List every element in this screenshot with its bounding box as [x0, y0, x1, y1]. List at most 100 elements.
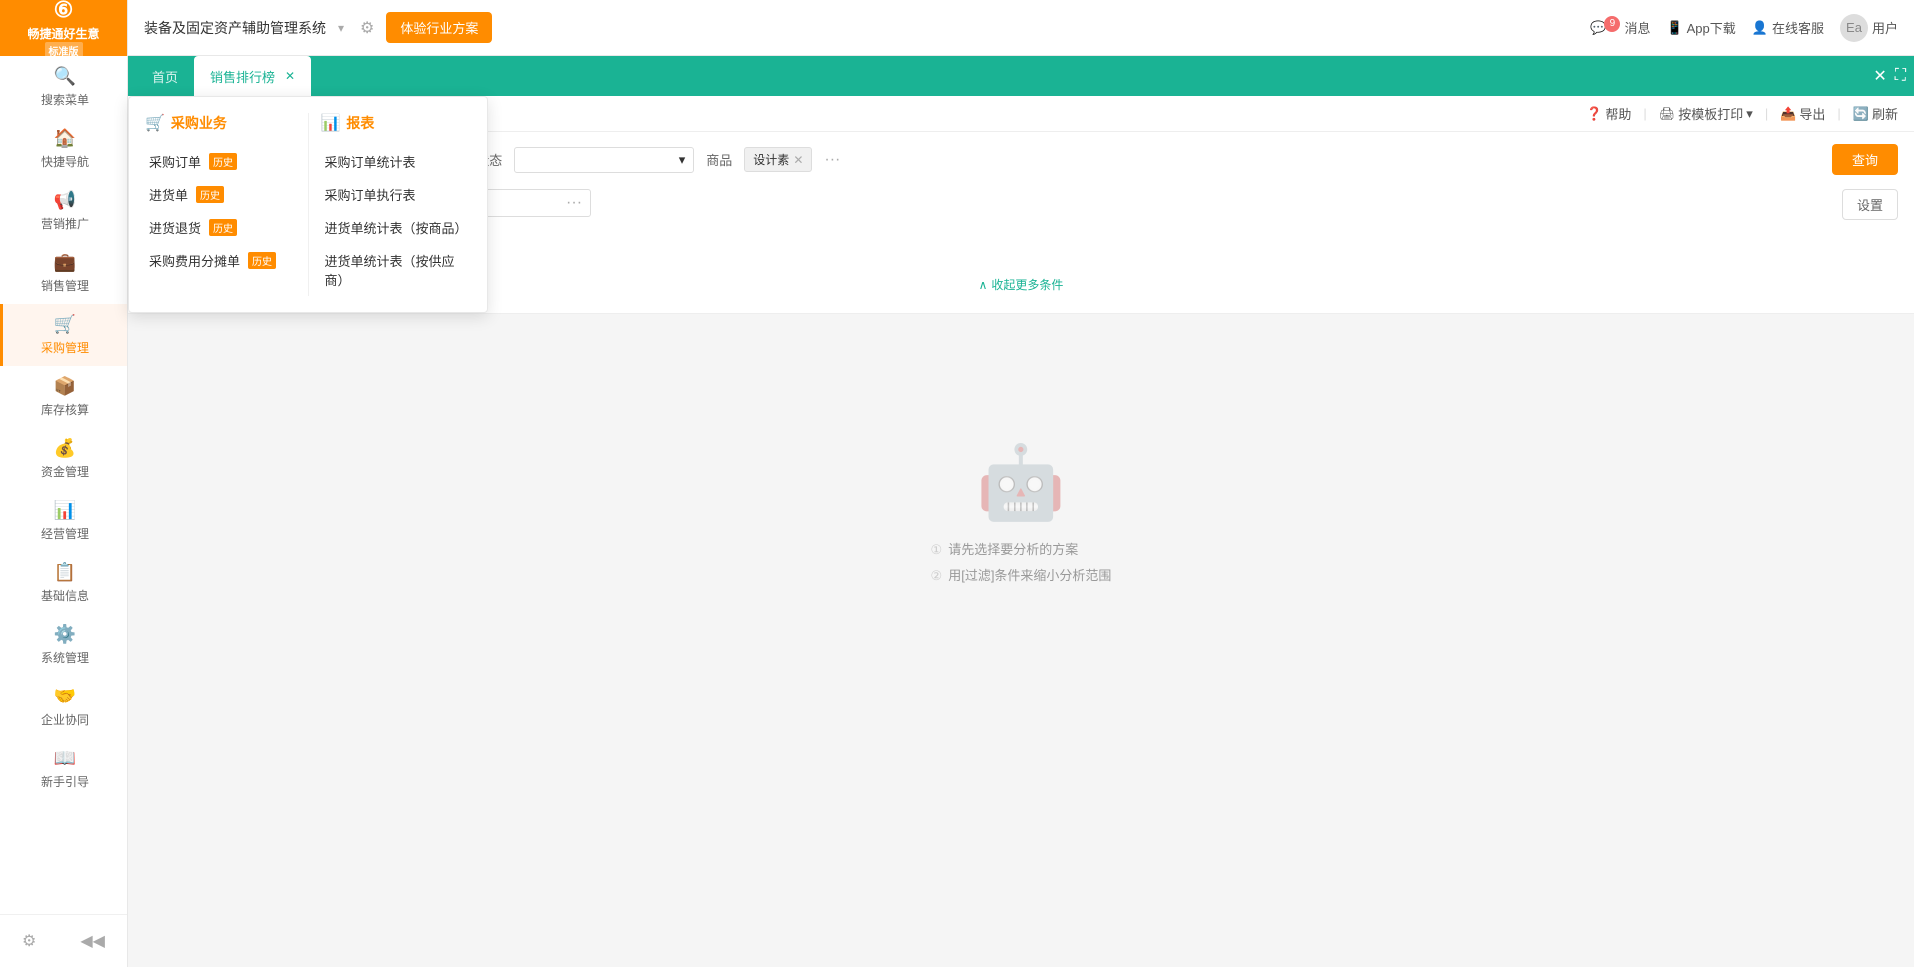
hist-badge: 历史: [209, 219, 237, 236]
system-dropdown-arrow[interactable]: ▾: [338, 21, 344, 35]
sidebar-item-label: 销售管理: [41, 277, 89, 294]
sidebar-item-finance[interactable]: 💰 资金管理: [0, 428, 127, 490]
doc-status-arrow: ▾: [679, 152, 686, 168]
app-name: 畅捷通好生意: [27, 25, 99, 42]
report-col-icon: 📊: [321, 113, 341, 133]
dropdown-item-purchase-expense[interactable]: 采购费用分摊单 历史: [145, 244, 296, 277]
print-btn[interactable]: 🖨 按模板打印 ▾: [1659, 104, 1753, 123]
sidebar-item-label: 采购管理: [41, 339, 89, 356]
basic-icon: 📋: [54, 562, 76, 583]
goods-tag-remove[interactable]: ✕: [793, 153, 803, 167]
dropdown-report-col: 📊 报表 采购订单统计表 采购订单执行表 进货单统计表（按商品） 进货单统计表（…: [321, 113, 472, 296]
hist-badge: 历史: [248, 252, 276, 269]
purchase-col-icon: 🛒: [145, 113, 165, 133]
export-icon: 📤: [1780, 106, 1796, 122]
dropdown-item-purchase-order[interactable]: 采购订单 历史: [145, 145, 296, 178]
user-label: 用户: [1872, 18, 1898, 37]
refresh-btn[interactable]: 🔄 刷新: [1853, 104, 1898, 123]
tab-expand-icon[interactable]: ⛶: [1895, 67, 1906, 85]
dropdown-divider: [308, 113, 309, 296]
search-icon: 🔍: [54, 66, 76, 87]
tab-close-all-icon[interactable]: ✕: [1873, 66, 1886, 86]
dropdown-menu-purchase: 🛒 采购业务 采购订单 历史 进货单 历史 进货退货 历史 采购费用分摊单 历史…: [128, 96, 488, 313]
sales-icon: 💼: [54, 252, 76, 273]
sidebar-item-label: 企业协同: [41, 711, 89, 728]
inventory-icon: 📦: [54, 376, 76, 397]
collapse-arrow: ∧: [979, 278, 988, 292]
help-icon: ❓: [1586, 106, 1602, 122]
empty-tips: ①请先选择要分析的方案 ②用[过滤]条件来缩小分析范围: [931, 537, 1112, 589]
sidebar-item-basic[interactable]: 📋 基础信息: [0, 552, 127, 614]
sidebar-item-guide[interactable]: 📖 新手引导: [0, 738, 127, 800]
online-service-item[interactable]: 👤 在线客服: [1752, 18, 1824, 37]
doc-status-select[interactable]: ▾: [514, 147, 694, 173]
sidebar-item-label: 系统管理: [41, 649, 89, 666]
app-download-item[interactable]: 📱 App下载: [1666, 18, 1735, 37]
dropdown-item-goods-return[interactable]: 进货退货 历史: [145, 211, 296, 244]
hist-badge: 历史: [196, 186, 224, 203]
collapse-label: 收起更多条件: [991, 276, 1063, 293]
sidebar-item-sales[interactable]: 💼 销售管理: [0, 242, 127, 304]
sidebar-item-nav[interactable]: 🏠 快捷导航: [0, 118, 127, 180]
sidebar-item-label: 库存核算: [41, 401, 89, 418]
collapse-sidebar-icon[interactable]: ◀◀: [72, 927, 113, 955]
empty-illustration: 🤖: [976, 440, 1066, 525]
hist-badge: 历史: [209, 153, 237, 170]
tab-sales-ranking-label: 销售排行榜: [210, 67, 275, 86]
divider2: |: [1765, 106, 1768, 121]
sidebar-item-system[interactable]: ⚙️ 系统管理: [0, 614, 127, 676]
sidebar-item-search[interactable]: 🔍 搜索菜单: [0, 56, 127, 118]
message-item[interactable]: 💬 9 消息: [1590, 18, 1650, 37]
filter-actions: 查询: [1832, 144, 1898, 175]
purchase-col-title: 🛒 采购业务: [145, 113, 296, 133]
goods-more-btn[interactable]: ···: [824, 151, 840, 169]
goods-tag[interactable]: 设计素 ✕: [744, 147, 812, 172]
user-item[interactable]: Ea 用户: [1840, 14, 1898, 42]
purchase-icon: 🛒: [54, 314, 76, 335]
query-btn[interactable]: 查询: [1832, 144, 1898, 175]
dropdown-item-purchase-order-exec[interactable]: 采购订单执行表: [321, 178, 472, 211]
dropdown-item-goods-receipt[interactable]: 进货单 历史: [145, 178, 296, 211]
system-icon: ⚙️: [54, 624, 76, 645]
dropdown-item-purchase-order-stat[interactable]: 采购订单统计表: [321, 145, 472, 178]
guide-icon: 📖: [54, 748, 76, 769]
sidebar-item-label: 营销推广: [41, 215, 89, 232]
app-download-label: App下载: [1687, 18, 1736, 37]
tab-home-label: 首页: [152, 67, 178, 86]
tab-close-icon[interactable]: ✕: [285, 69, 295, 83]
refresh-icon: 🔄: [1853, 106, 1869, 122]
industry-btn[interactable]: 体验行业方案: [386, 12, 492, 43]
dropdown-item-goods-stat-by-supplier[interactable]: 进货单统计表（按供应商）: [321, 244, 472, 296]
sidebar-item-label: 基础信息: [41, 587, 89, 604]
sidebar-item-inventory[interactable]: 📦 库存核算: [0, 366, 127, 428]
salesperson-dots[interactable]: ···: [566, 194, 582, 212]
tab-home[interactable]: 首页: [136, 56, 194, 96]
settings-bottom-icon[interactable]: ⚙: [14, 927, 44, 955]
help-btn[interactable]: ❓ 帮助: [1586, 104, 1631, 123]
divider1: |: [1643, 106, 1646, 121]
sidebar-item-management[interactable]: 📊 经营管理: [0, 490, 127, 552]
sidebar-item-collab[interactable]: 🤝 企业协同: [0, 676, 127, 738]
export-btn[interactable]: 📤 导出: [1780, 104, 1825, 123]
sidebar-item-marketing[interactable]: 📢 营销推广: [0, 180, 127, 242]
print-icon: 🖨: [1659, 106, 1676, 122]
tab-sales-ranking[interactable]: 销售排行榜 ✕: [194, 56, 311, 96]
divider3: |: [1837, 106, 1840, 121]
dropdown-item-goods-stat-by-product[interactable]: 进货单统计表（按商品）: [321, 211, 472, 244]
tabbar-right: ✕ ⛶: [1873, 66, 1906, 86]
system-settings-icon[interactable]: ⚙: [360, 18, 374, 38]
sidebar-item-purchase[interactable]: 🛒 采购管理: [0, 304, 127, 366]
setting-btn[interactable]: 设置: [1842, 189, 1898, 220]
home-icon: 🏠: [54, 128, 76, 149]
sidebar-bottom: ⚙ ◀◀: [0, 914, 127, 967]
goods-label: 商品: [706, 150, 732, 169]
sidebar-item-label: 新手引导: [41, 773, 89, 790]
report-col-title: 📊 报表: [321, 113, 472, 133]
online-service-label: 在线客服: [1772, 18, 1824, 37]
logo-icon: ⑥: [54, 0, 74, 23]
sidebar-item-label: 资金管理: [41, 463, 89, 480]
print-arrow: ▾: [1746, 106, 1753, 122]
service-icon: 👤: [1752, 20, 1768, 36]
phone-icon: 📱: [1666, 20, 1682, 36]
message-badge: 9: [1604, 16, 1620, 32]
